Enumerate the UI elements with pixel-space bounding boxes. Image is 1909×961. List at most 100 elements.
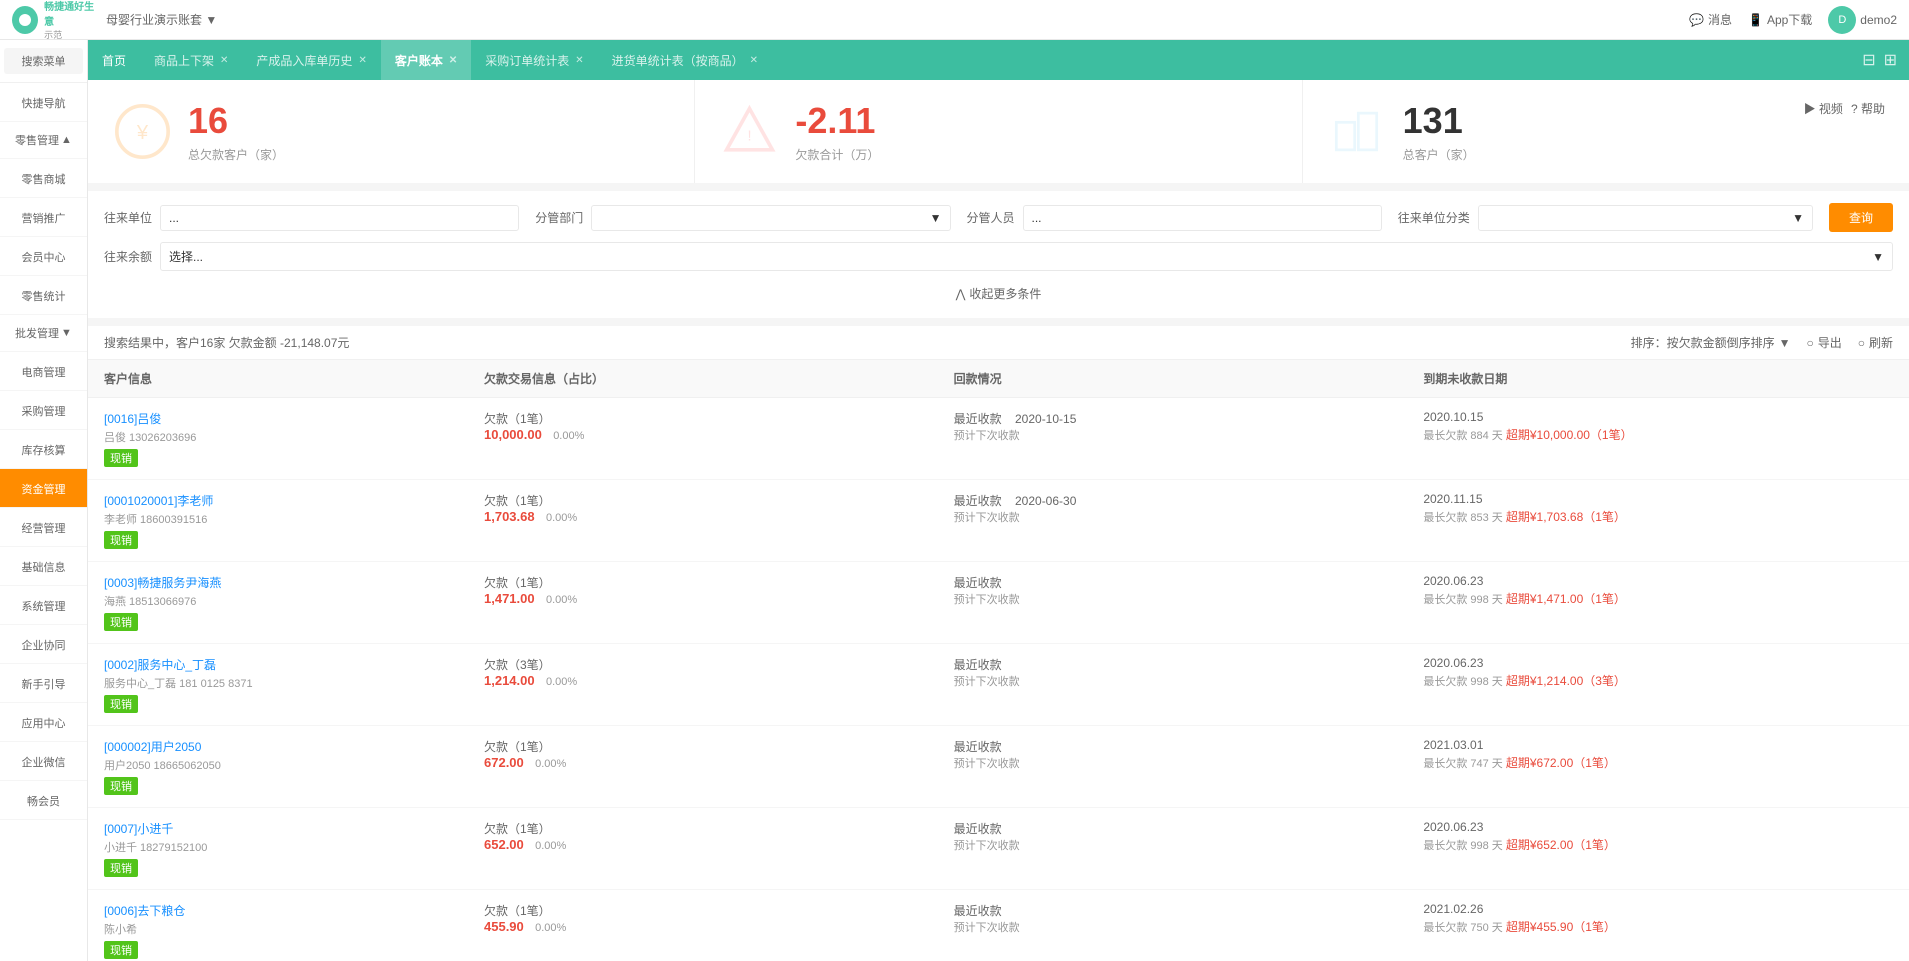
- sidebar-item-enterprise[interactable]: 企业协同: [0, 625, 87, 664]
- debt-amount-4: 672.00: [484, 755, 524, 770]
- sidebar-item-wholesale[interactable]: 批发管理 ▼: [0, 315, 87, 352]
- dept-select[interactable]: ▼: [591, 205, 950, 231]
- sidebar-item-finance[interactable]: 资金管理: [0, 469, 87, 508]
- collect-cell-5: 最近收款 预计下次收款: [954, 820, 1424, 853]
- sidebar-item-ecommerce[interactable]: 电商管理: [0, 352, 87, 391]
- sidebar-item-retail-mgmt[interactable]: 零售管理 ▲: [0, 122, 87, 159]
- customer-contact-5: 小进千 18279152100: [104, 839, 484, 855]
- sidebar-item-basic-info[interactable]: 基础信息: [0, 547, 87, 586]
- message-btn[interactable]: 💬 消息: [1689, 11, 1732, 28]
- sidebar-item-retail-stats[interactable]: 零售统计: [0, 276, 87, 315]
- sidebar-item-inventory[interactable]: 库存核算: [0, 430, 87, 469]
- stat-info-debt-amount: -2.11 欠款合计（万）: [795, 100, 879, 163]
- video-icon: ▶: [1804, 102, 1816, 116]
- overdue-link-0[interactable]: 超期¥10,000.00（1笔）: [1506, 428, 1633, 442]
- customer-cell-1: [0001020001]李老师 李老师 18600391516 现销: [104, 492, 484, 549]
- sidebar-item-app-center[interactable]: 应用中心: [0, 703, 87, 742]
- username: demo2: [1860, 13, 1897, 27]
- tab-close-icon[interactable]: ✕: [358, 55, 366, 66]
- expand-icon[interactable]: ⊞: [1884, 50, 1897, 70]
- customer-name-2[interactable]: [0003]畅捷服务尹海燕: [104, 574, 484, 591]
- customer-name-4[interactable]: [000002]用户2050: [104, 738, 484, 755]
- tab-close-icon[interactable]: ✕: [575, 55, 583, 66]
- refresh-btn[interactable]: ○ 刷新: [1858, 334, 1893, 351]
- filter-source-unit: 往来单位 ...: [104, 205, 519, 231]
- customer-name-3[interactable]: [0002]服务中心_丁磊: [104, 656, 484, 673]
- tab-close-icon[interactable]: ✕: [750, 55, 758, 66]
- last-collect-2: 最近收款: [954, 574, 1424, 591]
- sidebar-item-guide[interactable]: 新手引导: [0, 664, 87, 703]
- collect-cell-0: 最近收款 2020-10-15 预计下次收款: [954, 410, 1424, 443]
- export-btn[interactable]: ○ 导出: [1806, 334, 1841, 351]
- collect-cell-4: 最近收款 预计下次收款: [954, 738, 1424, 771]
- collapse-label: 收起更多条件: [969, 285, 1041, 302]
- balance-select[interactable]: 选择... ▼: [160, 242, 1893, 271]
- source-unit-placeholder: ...: [169, 211, 179, 225]
- sort-selector[interactable]: 排序：按欠款金额倒序排序 ▼: [1631, 334, 1791, 351]
- store-selector[interactable]: 母婴行业演示账套 ▼: [100, 11, 223, 28]
- tab-close-icon[interactable]: ✕: [449, 55, 457, 66]
- tab-product-listing[interactable]: 商品上下架 ✕: [140, 40, 242, 80]
- sidebar-item-member[interactable]: 会员中心: [0, 237, 87, 276]
- overdue-days-3: 最长欠款 998 天 超期¥1,214.00（3笔）: [1423, 672, 1893, 689]
- debt-amount-0: 10,000.00: [484, 427, 542, 442]
- debt-customers-value: 16: [188, 100, 284, 142]
- overdue-link-5[interactable]: 超期¥652.00（1笔）: [1506, 838, 1616, 852]
- col-header-customer: 客户信息: [104, 370, 484, 387]
- collect-cell-2: 最近收款 预计下次收款: [954, 574, 1424, 607]
- tab-purchase-stats[interactable]: 采购订单统计表 ✕: [471, 40, 597, 80]
- unit-category-label: 往来单位分类: [1398, 209, 1470, 226]
- overdue-link-1[interactable]: 超期¥1,703.68（1笔）: [1506, 510, 1626, 524]
- debt-amount-5: 652.00: [484, 837, 524, 852]
- data-table: 客户信息 欠款交易信息（占比） 回款情况 到期未收款日期 [0016]吕俊 吕俊…: [88, 360, 1909, 961]
- overdue-link-4[interactable]: 超期¥672.00（1笔）: [1506, 756, 1616, 770]
- view-video-btn[interactable]: ▶ 视频: [1804, 100, 1843, 117]
- overdue-link-6[interactable]: 超期¥455.90（1笔）: [1506, 920, 1616, 934]
- tab-home[interactable]: 首页: [88, 40, 140, 80]
- customer-contact-4: 用户2050 18665062050: [104, 757, 484, 773]
- tab-purchase-goods-stats[interactable]: 进货单统计表（按商品） ✕: [598, 40, 772, 80]
- customer-name-0[interactable]: [0016]吕俊: [104, 410, 484, 427]
- customer-tag-3: 现销: [104, 695, 138, 713]
- debt-percent-0: 0.00%: [553, 430, 584, 442]
- collapse-filter-btn[interactable]: ⋀ 收起更多条件: [104, 281, 1893, 306]
- customer-name-6[interactable]: [0006]去下粮仓: [104, 902, 484, 919]
- message-icon: 💬: [1689, 13, 1704, 27]
- sidebar-item-member-plus[interactable]: 畅会员: [0, 781, 87, 820]
- tab-close-icon[interactable]: ✕: [220, 55, 228, 66]
- tab-label: 客户账本: [395, 52, 443, 69]
- table-row: [0016]吕俊 吕俊 13026203696 现销 欠款（1笔） 10,000…: [88, 398, 1909, 480]
- customer-name-1[interactable]: [0001020001]李老师: [104, 492, 484, 509]
- sidebar-item-wechat[interactable]: 企业微信: [0, 742, 87, 781]
- debt-percent-3: 0.00%: [546, 676, 577, 688]
- source-unit-input[interactable]: ...: [160, 205, 519, 231]
- search-button[interactable]: 查询: [1829, 203, 1893, 232]
- debt-percent-5: 0.00%: [535, 840, 566, 852]
- unit-category-select[interactable]: ▼: [1478, 205, 1813, 231]
- person-input[interactable]: ...: [1023, 205, 1382, 231]
- sidebar-item-purchase[interactable]: 采购管理: [0, 391, 87, 430]
- tab-production-history[interactable]: 产成品入库单历史 ✕: [242, 40, 380, 80]
- search-menu-btn[interactable]: 搜索菜单: [4, 48, 83, 74]
- tab-customer-account[interactable]: 客户账本 ✕: [381, 40, 471, 80]
- sidebar-item-quick-nav[interactable]: 快捷导航: [0, 83, 87, 122]
- user-area[interactable]: D demo2: [1828, 6, 1897, 34]
- sidebar-item-retail-mall[interactable]: 零售商城: [0, 159, 87, 198]
- overdue-link-3[interactable]: 超期¥1,214.00（3笔）: [1506, 674, 1626, 688]
- customer-name-5[interactable]: [0007]小进千: [104, 820, 484, 837]
- overdue-link-2[interactable]: 超期¥1,471.00（1笔）: [1506, 592, 1626, 606]
- export-label: 导出: [1818, 334, 1842, 351]
- debt-cell-5: 欠款（1笔） 652.00 0.00%: [484, 820, 954, 852]
- debt-percent-6: 0.00%: [535, 922, 566, 934]
- minimize-icon[interactable]: ⊟: [1862, 50, 1875, 70]
- sidebar-item-operations[interactable]: 经营管理: [0, 508, 87, 547]
- sidebar-label: 批发管理: [15, 325, 59, 341]
- app-download-btn[interactable]: 📱 App下载: [1748, 11, 1812, 28]
- sidebar-item-marketing[interactable]: 营销推广: [0, 198, 87, 237]
- help-btn[interactable]: ? 帮助: [1851, 100, 1885, 117]
- overdue-days-0: 最长欠款 884 天 超期¥10,000.00（1笔）: [1423, 426, 1893, 443]
- sidebar-item-system[interactable]: 系统管理: [0, 586, 87, 625]
- phone-icon: 📱: [1748, 13, 1763, 27]
- debt-cell-0: 欠款（1笔） 10,000.00 0.00%: [484, 410, 954, 442]
- due-cell-1: 2020.11.15 最长欠款 853 天 超期¥1,703.68（1笔）: [1423, 492, 1893, 525]
